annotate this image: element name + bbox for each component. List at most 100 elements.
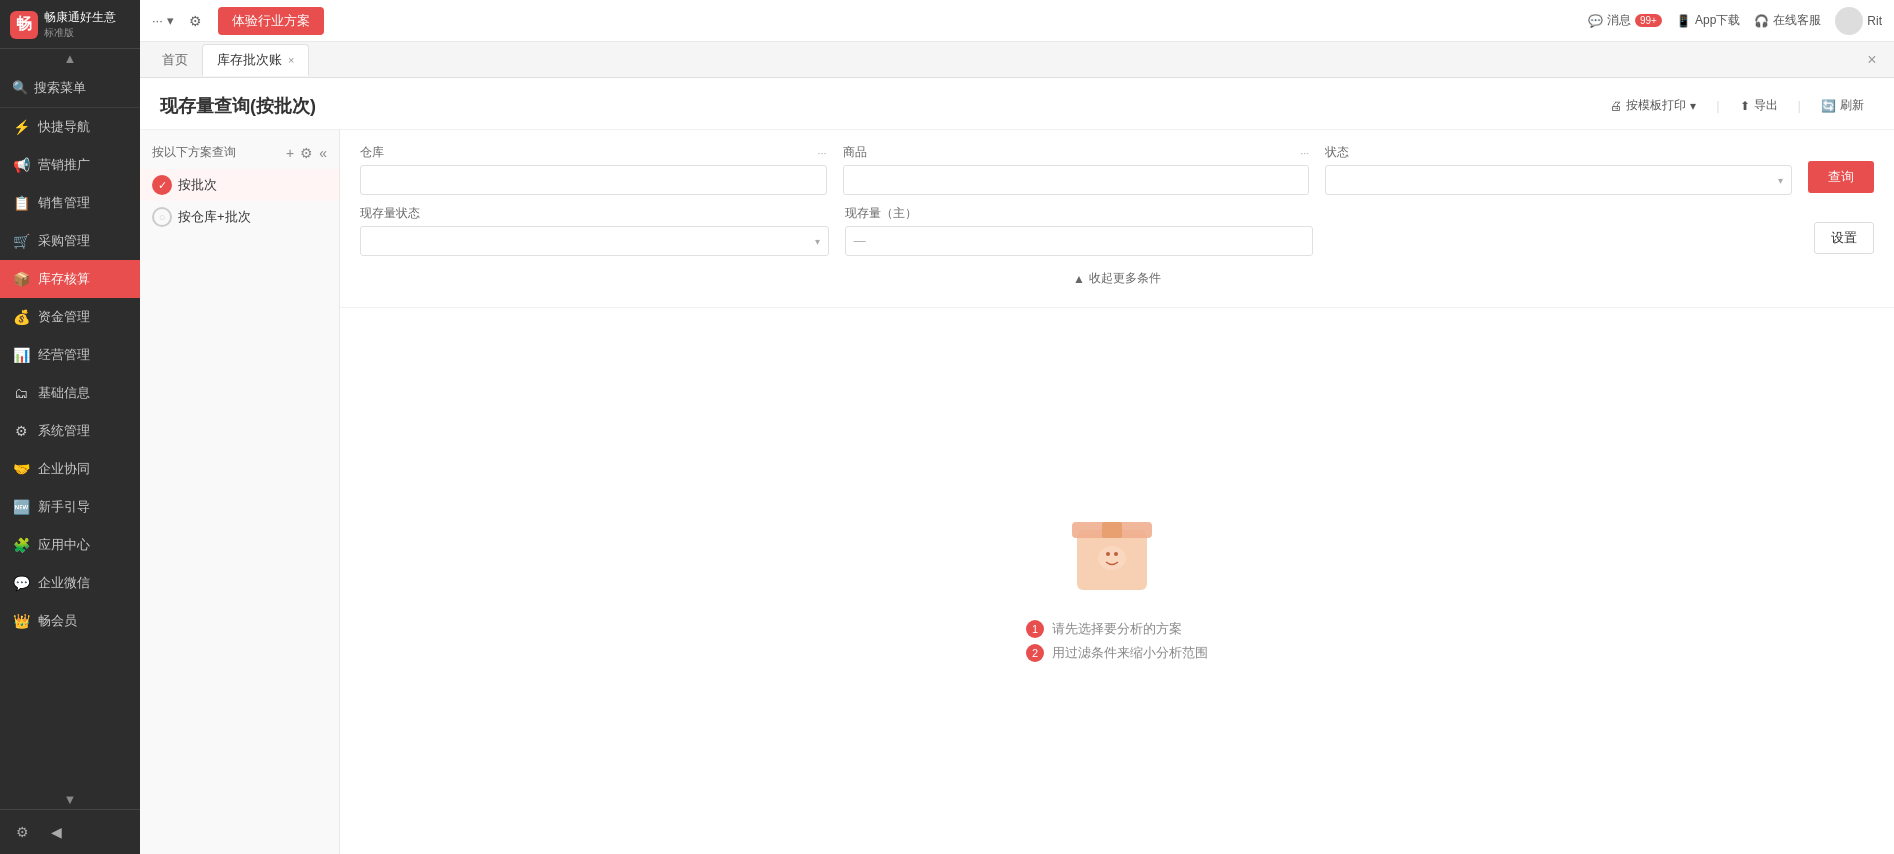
sidebar-item-operation[interactable]: 📊 经营管理: [0, 336, 140, 374]
refresh-button[interactable]: 🔄 刷新: [1811, 92, 1874, 119]
purchase-label: 采购管理: [38, 232, 90, 250]
warehouse-label: 仓库 ···: [360, 144, 827, 161]
refresh-icon: 🔄: [1821, 99, 1836, 113]
collapse-panel-icon[interactable]: «: [319, 145, 327, 161]
status-label: 状态: [1325, 144, 1792, 161]
refresh-label: 刷新: [1840, 97, 1864, 114]
collapse-sidebar-icon[interactable]: ◀: [44, 820, 68, 844]
left-panel-actions: + ⚙ «: [286, 145, 327, 161]
sidebar-item-guide[interactable]: 🆕 新手引导: [0, 488, 140, 526]
online-service-label: 在线客服: [1773, 12, 1821, 29]
status-chevron-icon: ▾: [1778, 175, 1783, 186]
print-button[interactable]: 🖨 按模板打印 ▾: [1600, 92, 1706, 119]
goods-more-icon[interactable]: ···: [1300, 147, 1309, 159]
topbar-left: ··· ▾ ⚙ 体验行业方案: [152, 7, 1578, 35]
goods-input[interactable]: [843, 165, 1310, 195]
sidebar-item-finance[interactable]: 💰 资金管理: [0, 298, 140, 336]
sidebar-item-shortcuts[interactable]: ⚡ 快捷导航: [0, 108, 140, 146]
sidebar-item-sales[interactable]: 📋 销售管理: [0, 184, 140, 222]
message-item[interactable]: 💬 消息 99+: [1588, 12, 1662, 29]
filter-goods: 商品 ···: [843, 144, 1310, 195]
app-title: 畅康通好生意: [44, 10, 116, 26]
sidebar: 畅 畅康通好生意 标准版 ▲ 🔍 搜索菜单 ⚡ 快捷导航 📢 营销推广 📋: [0, 0, 140, 854]
collapse-filters-row[interactable]: ▲ 收起更多条件: [360, 264, 1874, 293]
stock-status-label: 现存量状态: [360, 205, 829, 222]
app-download-item[interactable]: 📱 App下载: [1676, 12, 1740, 29]
home-tab-label: 首页: [162, 51, 188, 69]
user-item[interactable]: Rit: [1835, 7, 1882, 35]
print-chevron: ▾: [1690, 99, 1696, 113]
stock-status-select[interactable]: ▾: [360, 226, 829, 256]
sidebar-item-marketing[interactable]: 📢 营销推广: [0, 146, 140, 184]
system-icon: ⚙: [12, 422, 30, 440]
app-subtitle: 标准版: [44, 26, 116, 40]
message-badge: 99+: [1635, 14, 1662, 27]
sidebar-item-basic[interactable]: 🗂 基础信息: [0, 374, 140, 412]
scheme-batch-label: 按批次: [178, 176, 217, 194]
status-select[interactable]: ▾: [1325, 165, 1792, 195]
sidebar-item-apps[interactable]: 🧩 应用中心: [0, 526, 140, 564]
add-scheme-icon[interactable]: +: [286, 145, 294, 161]
panel-close-button[interactable]: ×: [1858, 46, 1886, 74]
sidebar-nav: 🔍 搜索菜单 ⚡ 快捷导航 📢 营销推广 📋 销售管理 🛒 采购管理 📦: [0, 69, 140, 789]
topbar-gear-icon[interactable]: ⚙: [182, 7, 210, 35]
system-label: 系统管理: [38, 422, 90, 440]
shortcuts-label: 快捷导航: [38, 118, 90, 136]
purchase-icon: 🛒: [12, 232, 30, 250]
sidebar-item-inventory[interactable]: 📦 库存核算: [0, 260, 140, 298]
sidebar-item-system[interactable]: ⚙ 系统管理: [0, 412, 140, 450]
warehouse-input[interactable]: [360, 165, 827, 195]
tab-home[interactable]: 首页: [148, 44, 202, 76]
active-tab-label: 库存批次账: [217, 51, 282, 69]
filter-area: 仓库 ··· 商品 ···: [340, 130, 1894, 308]
sidebar-item-member[interactable]: 👑 畅会员: [0, 602, 140, 640]
sidebar-search[interactable]: 🔍 搜索菜单: [0, 69, 140, 108]
stock-status-chevron-icon: ▾: [815, 236, 820, 247]
basic-icon: 🗂: [12, 384, 30, 402]
operation-icon: 📊: [12, 346, 30, 364]
avatar: [1835, 7, 1863, 35]
warehouse-more-icon[interactable]: ···: [818, 147, 827, 159]
sidebar-item-purchase[interactable]: 🛒 采购管理: [0, 222, 140, 260]
scheme-settings-icon[interactable]: ⚙: [300, 145, 313, 161]
empty-hint-2: 2 用过滤条件来缩小分析范围: [1026, 644, 1208, 662]
sidebar-header: 畅 畅康通好生意 标准版: [0, 0, 140, 49]
scheme-batch[interactable]: ✓ 按批次: [140, 169, 339, 201]
sales-icon: 📋: [12, 194, 30, 212]
breadcrumb-chevron: ▾: [167, 13, 174, 28]
collapse-up-icon: ▲: [1073, 272, 1085, 286]
trial-button[interactable]: 体验行业方案: [218, 7, 324, 35]
scheme-warehouse-batch[interactable]: ○ 按仓库+批次: [140, 201, 339, 233]
tab-inventory-batch[interactable]: 库存批次账 ×: [202, 44, 309, 76]
filter-warehouse: 仓库 ···: [360, 144, 827, 195]
right-panel: 仓库 ··· 商品 ···: [340, 130, 1894, 854]
collapse-label: 收起更多条件: [1089, 270, 1161, 287]
message-icon: 💬: [1588, 14, 1603, 28]
query-button[interactable]: 查询: [1808, 161, 1874, 193]
empty-state: 1 请先选择要分析的方案 2 用过滤条件来缩小分析范围: [340, 308, 1894, 854]
online-service-item[interactable]: 🎧 在线客服: [1754, 12, 1821, 29]
page-header: 现存量查询(按批次) 🖨 按模板打印 ▾ | ⬆ 导出 | 🔄: [140, 78, 1894, 130]
scroll-down-arrow[interactable]: ▼: [0, 789, 140, 809]
member-label: 畅会员: [38, 612, 77, 630]
export-button[interactable]: ⬆ 导出: [1730, 92, 1788, 119]
sidebar-item-wechat[interactable]: 💬 企业微信: [0, 564, 140, 602]
settings-button[interactable]: 设置: [1814, 222, 1874, 254]
search-icon: 🔍: [12, 80, 28, 95]
sidebar-item-enterprise[interactable]: 🤝 企业协同: [0, 450, 140, 488]
tab-close-icon[interactable]: ×: [288, 54, 294, 66]
enterprise-label: 企业协同: [38, 460, 90, 478]
content-area: 现存量查询(按批次) 🖨 按模板打印 ▾ | ⬆ 导出 | 🔄: [140, 78, 1894, 854]
sidebar-bottom: ⚙ ◀: [0, 809, 140, 854]
stock-qty-input[interactable]: —: [845, 226, 1314, 256]
settings-bottom-icon[interactable]: ⚙: [10, 820, 34, 844]
topbar-right: 💬 消息 99+ 📱 App下载 🎧 在线客服 Rit: [1588, 7, 1882, 35]
wechat-label: 企业微信: [38, 574, 90, 592]
svg-point-5: [1114, 552, 1118, 556]
marketing-icon: 📢: [12, 156, 30, 174]
scroll-up-arrow[interactable]: ▲: [0, 49, 140, 69]
shortcuts-icon: ⚡: [12, 118, 30, 136]
apps-icon: 🧩: [12, 536, 30, 554]
empty-illustration: [1067, 500, 1167, 600]
svg-point-3: [1098, 546, 1126, 570]
